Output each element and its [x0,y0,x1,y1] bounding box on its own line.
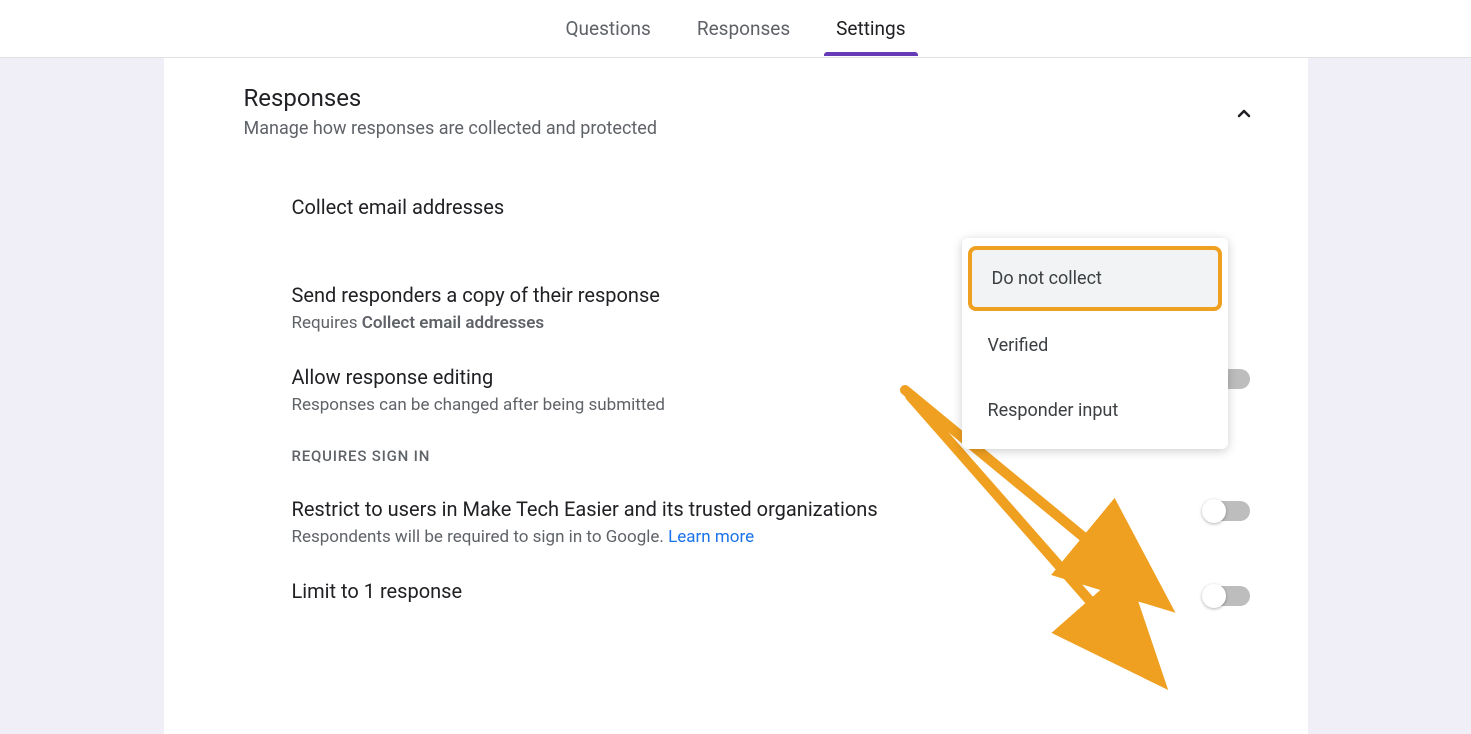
toggle-limit[interactable] [1204,586,1250,606]
section-header: Responses Manage how responses are colle… [244,84,1268,139]
setting-label-send-copy: Send responders a copy of their response [292,283,660,307]
learn-more-link[interactable]: Learn more [668,527,754,547]
section-header-text: Responses Manage how responses are colle… [244,84,657,139]
setting-label-restrict: Restrict to users in Make Tech Easier an… [292,497,878,521]
tab-settings[interactable]: Settings [832,1,909,56]
toggle-restrict[interactable] [1204,501,1250,521]
setting-send-copy-text: Send responders a copy of their response… [292,283,660,333]
setting-restrict: Restrict to users in Make Tech Easier an… [292,497,1250,547]
setting-sublabel-restrict: Respondents will be required to sign in … [292,527,878,547]
chevron-up-icon [1232,102,1256,126]
setting-sublabel-allow-editing: Responses can be changed after being sub… [292,395,665,415]
setting-restrict-text: Restrict to users in Make Tech Easier an… [292,497,878,547]
setting-sublabel-send-copy: Requires Collect email addresses [292,313,660,333]
tab-bar: Questions Responses Settings [0,0,1471,58]
dropdown-option-responder-input[interactable]: Responder input [962,378,1228,443]
section-subtitle: Manage how responses are collected and p… [244,118,657,139]
dropdown-option-do-not-collect[interactable]: Do not collect [968,246,1222,311]
collapse-section-button[interactable] [1232,102,1256,130]
settings-card: Responses Manage how responses are colle… [164,58,1308,734]
dropdown-option-verified[interactable]: Verified [962,313,1228,378]
setting-collect-email: Collect email addresses [292,195,1250,225]
setting-limit: Limit to 1 response [292,579,1250,609]
tab-responses[interactable]: Responses [693,1,794,56]
setting-label-allow-editing: Allow response editing [292,365,665,389]
section-title: Responses [244,84,657,112]
tab-questions[interactable]: Questions [561,1,654,56]
subsection-title-signin: REQUIRES SIGN IN [292,447,1250,465]
setting-allow-editing-text: Allow response editing Responses can be … [292,365,665,415]
collect-email-dropdown: Do not collect Verified Responder input [962,238,1228,449]
setting-label-limit: Limit to 1 response [292,579,463,603]
setting-label-collect-email: Collect email addresses [292,195,505,219]
